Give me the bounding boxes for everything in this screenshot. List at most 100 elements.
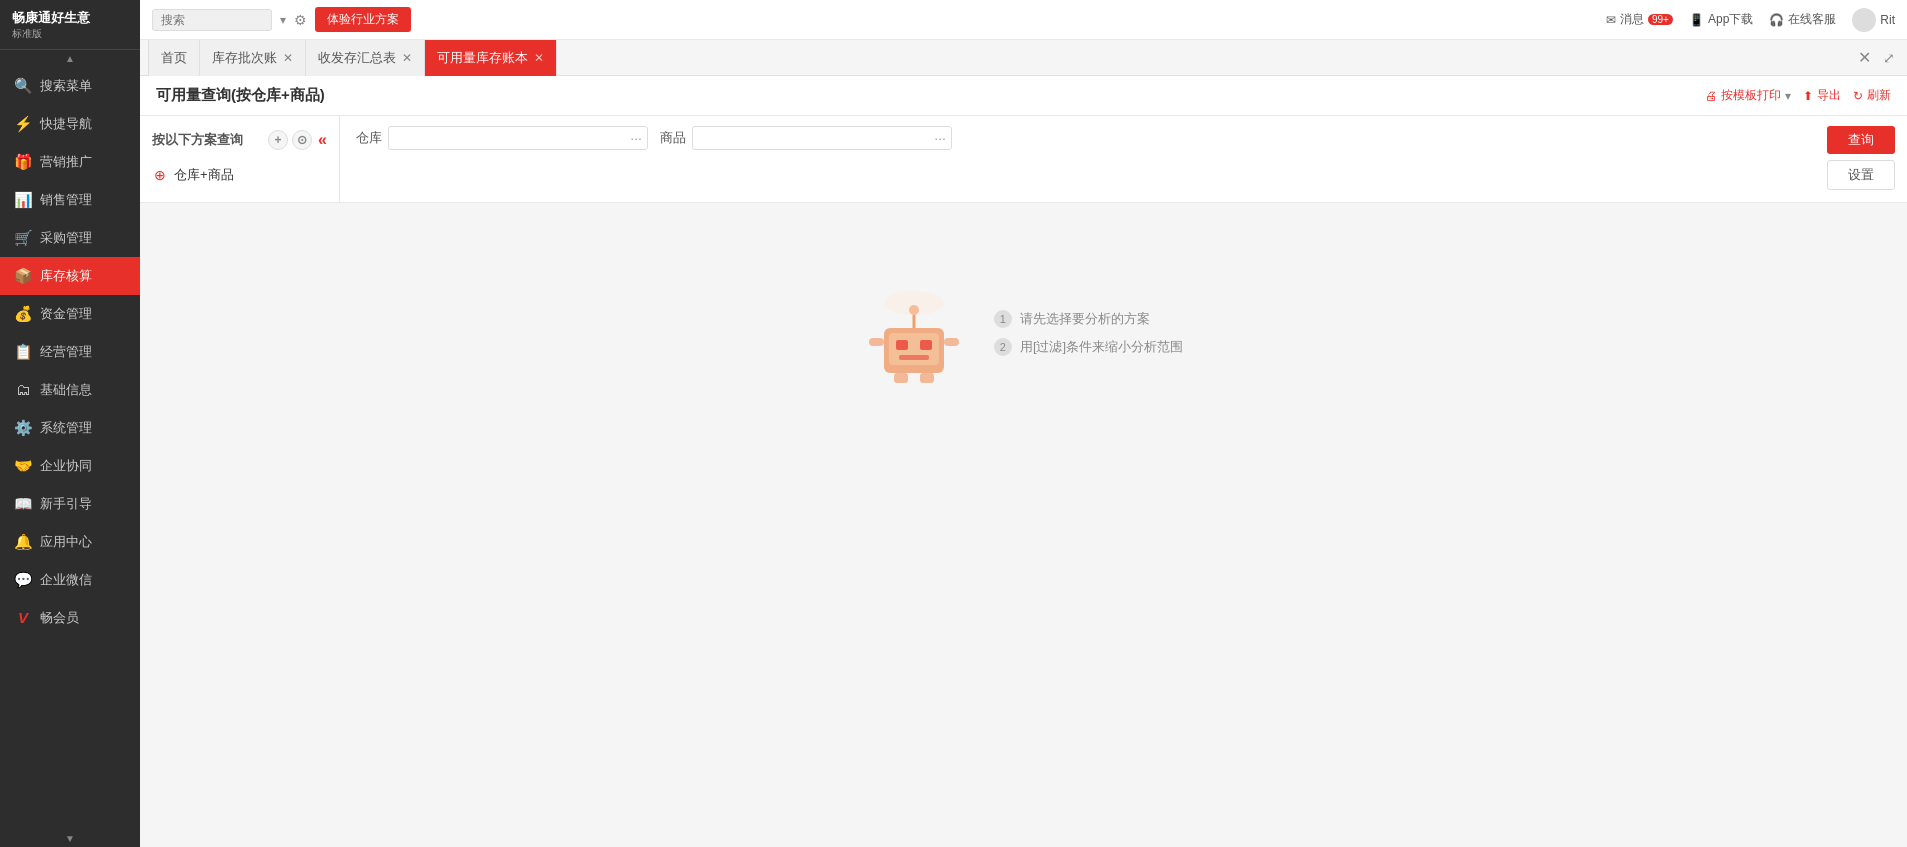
topbar-right: ✉ 消息 99+ 📱 App下载 🎧 在线客服 Rit bbox=[1606, 8, 1895, 32]
settings-scheme-btn[interactable]: ⊙ bbox=[292, 130, 312, 150]
scheme-actions: + ⊙ bbox=[268, 130, 312, 150]
sidebar-item-purchase[interactable]: 🛒 采购管理 bbox=[0, 219, 140, 257]
tab-summary[interactable]: 收发存汇总表 ✕ bbox=[306, 40, 425, 76]
refresh-label: 刷新 bbox=[1867, 87, 1891, 104]
appstore-icon: 🔔 bbox=[14, 533, 32, 551]
tabs-close-button[interactable]: ✕ bbox=[1854, 48, 1875, 67]
customer-service-label: 在线客服 bbox=[1788, 11, 1836, 28]
collapse-btn[interactable]: « bbox=[318, 131, 327, 149]
sidebar-item-label: 搜索菜单 bbox=[40, 77, 92, 95]
sidebar-item-label: 采购管理 bbox=[40, 229, 92, 247]
page-content: 可用量查询(按仓库+商品) 🖨 按模板打印 ▾ ⬆ 导出 ↻ 刷新 bbox=[140, 76, 1907, 847]
sidebar-item-system[interactable]: ⚙️ 系统管理 bbox=[0, 409, 140, 447]
print-icon: 🖨 bbox=[1705, 89, 1717, 103]
sidebar-item-search[interactable]: 🔍 搜索菜单 bbox=[0, 67, 140, 105]
sidebar-item-sales[interactable]: 📊 销售管理 bbox=[0, 181, 140, 219]
customer-service-item[interactable]: 🎧 在线客服 bbox=[1769, 11, 1836, 28]
page-header-actions: 🖨 按模板打印 ▾ ⬆ 导出 ↻ 刷新 bbox=[1705, 87, 1891, 104]
export-action[interactable]: ⬆ 导出 bbox=[1803, 87, 1841, 104]
tab-batch-label: 库存批次账 bbox=[212, 49, 277, 67]
topbar-gear-icon[interactable]: ⚙ bbox=[294, 12, 307, 28]
sidebar-item-marketing[interactable]: 🎁 营销推广 bbox=[0, 143, 140, 181]
sidebar-item-finance[interactable]: 💰 资金管理 bbox=[0, 295, 140, 333]
warehouse-dots-icon[interactable]: ··· bbox=[630, 130, 642, 146]
add-scheme-btn[interactable]: + bbox=[268, 130, 288, 150]
sidebar-item-label: 快捷导航 bbox=[40, 115, 92, 133]
app-logo: 畅康通好生意 标准版 bbox=[0, 0, 140, 50]
operation-icon: 📋 bbox=[14, 343, 32, 361]
sidebar-item-label: 企业协同 bbox=[40, 457, 92, 475]
export-label: 导出 bbox=[1817, 87, 1841, 104]
warehouse-filter: 仓库 ··· bbox=[356, 126, 648, 150]
message-label: 消息 bbox=[1620, 11, 1644, 28]
scheme-warehouse-product[interactable]: ⊕ 仓库+商品 bbox=[140, 158, 339, 192]
sidebar-item-label: 基础信息 bbox=[40, 381, 92, 399]
export-icon: ⬆ bbox=[1803, 89, 1813, 103]
topbar-dropdown-icon[interactable]: ▾ bbox=[280, 13, 286, 27]
headset-icon: 🎧 bbox=[1769, 13, 1784, 27]
tabs-bar: 首页 库存批次账 ✕ 收发存汇总表 ✕ 可用量库存账本 ✕ ✕ ⤢ bbox=[140, 40, 1907, 76]
sidebar-item-member[interactable]: V 畅会员 bbox=[0, 599, 140, 637]
sidebar-item-appstore[interactable]: 🔔 应用中心 bbox=[0, 523, 140, 561]
svg-rect-4 bbox=[899, 355, 929, 360]
topbar-search-input[interactable] bbox=[152, 9, 272, 31]
tab-batch[interactable]: 库存批次账 ✕ bbox=[200, 40, 306, 76]
warehouse-input[interactable] bbox=[388, 126, 648, 150]
app-download-item[interactable]: 📱 App下载 bbox=[1689, 11, 1753, 28]
refresh-icon: ↻ bbox=[1853, 89, 1863, 103]
tab-summary-label: 收发存汇总表 bbox=[318, 49, 396, 67]
svg-point-11 bbox=[884, 291, 944, 315]
message-icon: ✉ bbox=[1606, 13, 1616, 27]
main-area: ▾ ⚙ 体验行业方案 ✉ 消息 99+ 📱 App下载 🎧 在线客服 Rit bbox=[140, 0, 1907, 847]
tip-text-1: 请先选择要分析的方案 bbox=[1020, 310, 1150, 328]
tip-text-2: 用[过滤]条件来缩小分析范围 bbox=[1020, 338, 1183, 356]
tabs-right-actions: ✕ ⤢ bbox=[1854, 48, 1899, 67]
settings-button[interactable]: 设置 bbox=[1827, 160, 1895, 190]
sidebar-item-shortcut[interactable]: ⚡ 快捷导航 bbox=[0, 105, 140, 143]
message-item[interactable]: ✉ 消息 99+ bbox=[1606, 11, 1673, 28]
svg-rect-2 bbox=[896, 340, 908, 350]
tabs-expand-button[interactable]: ⤢ bbox=[1879, 50, 1899, 66]
empty-state: 1 请先选择要分析的方案 2 用[过滤]条件来缩小分析范围 bbox=[140, 203, 1907, 463]
sidebar-item-basic[interactable]: 🗂 基础信息 bbox=[0, 371, 140, 409]
print-action[interactable]: 🖨 按模板打印 ▾ bbox=[1705, 87, 1791, 104]
sidebar-item-label: 畅会员 bbox=[40, 609, 79, 627]
print-label: 按模板打印 bbox=[1721, 87, 1781, 104]
tip-num-2: 2 bbox=[994, 338, 1012, 356]
empty-illustration bbox=[864, 283, 964, 383]
query-filters: 仓库 ··· 商品 ··· bbox=[340, 116, 1815, 202]
query-scheme-panel: 按以下方案查询 + ⊙ « ⊕ 仓库+商品 bbox=[140, 116, 340, 202]
sidebar-item-label: 应用中心 bbox=[40, 533, 92, 551]
sidebar-item-newbie[interactable]: 📖 新手引导 bbox=[0, 485, 140, 523]
app-subtitle: 标准版 bbox=[12, 27, 128, 41]
tab-batch-close-icon[interactable]: ✕ bbox=[283, 51, 293, 65]
tab-home[interactable]: 首页 bbox=[148, 40, 200, 76]
sidebar-item-wechat[interactable]: 💬 企业微信 bbox=[0, 561, 140, 599]
product-input-wrap: ··· bbox=[692, 126, 952, 150]
tab-available[interactable]: 可用量库存账本 ✕ bbox=[425, 40, 557, 76]
warehouse-label: 仓库 bbox=[356, 129, 382, 147]
sidebar-scroll-up[interactable]: ▲ bbox=[0, 50, 140, 67]
user-avatar bbox=[1852, 8, 1876, 32]
sidebar-item-operation[interactable]: 📋 经营管理 bbox=[0, 333, 140, 371]
refresh-action[interactable]: ↻ 刷新 bbox=[1853, 87, 1891, 104]
empty-content: 1 请先选择要分析的方案 2 用[过滤]条件来缩小分析范围 bbox=[864, 283, 1183, 383]
basic-icon: 🗂 bbox=[14, 381, 32, 398]
tab-summary-close-icon[interactable]: ✕ bbox=[402, 51, 412, 65]
sidebar-item-label: 企业微信 bbox=[40, 571, 92, 589]
member-icon: V bbox=[14, 609, 32, 626]
robot-svg bbox=[864, 283, 964, 383]
sidebar-menu: 🔍 搜索菜单 ⚡ 快捷导航 🎁 营销推广 📊 销售管理 🛒 采购管理 📦 库存核… bbox=[0, 67, 140, 830]
product-input[interactable] bbox=[692, 126, 952, 150]
industry-btn[interactable]: 体验行业方案 bbox=[315, 7, 411, 32]
tab-available-label: 可用量库存账本 bbox=[437, 49, 528, 67]
sidebar-item-label: 新手引导 bbox=[40, 495, 92, 513]
sidebar-scroll-down[interactable]: ▼ bbox=[0, 830, 140, 847]
query-button[interactable]: 查询 bbox=[1827, 126, 1895, 154]
scheme-label: 仓库+商品 bbox=[174, 166, 234, 184]
sidebar-item-enterprise[interactable]: 🤝 企业协同 bbox=[0, 447, 140, 485]
user-item[interactable]: Rit bbox=[1852, 8, 1895, 32]
product-dots-icon[interactable]: ··· bbox=[934, 130, 946, 146]
tab-available-close-icon[interactable]: ✕ bbox=[534, 51, 544, 65]
sidebar-item-inventory[interactable]: 📦 库存核算 bbox=[0, 257, 140, 295]
